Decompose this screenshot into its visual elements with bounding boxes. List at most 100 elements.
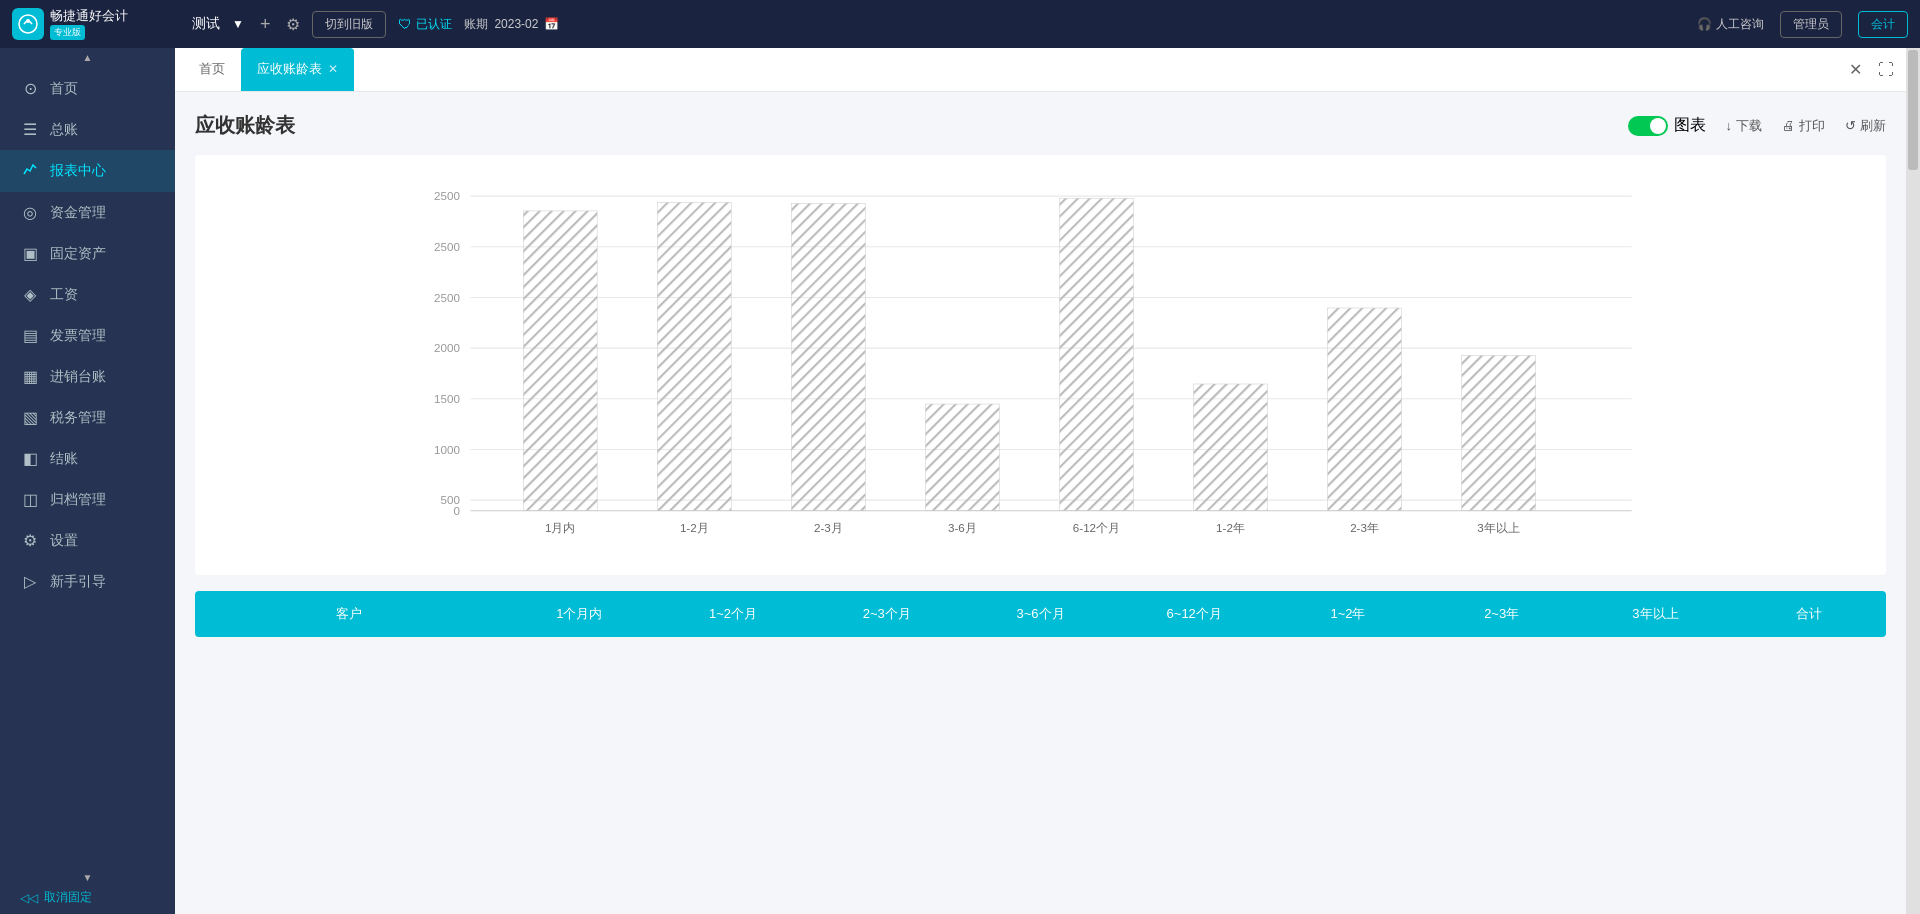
scrollbar-thumb[interactable] bbox=[1908, 50, 1918, 170]
svg-text:3年以上: 3年以上 bbox=[1477, 521, 1519, 534]
download-icon: ↓ bbox=[1726, 118, 1733, 133]
sidebar-item-label: 工资 bbox=[50, 286, 78, 304]
sidebar-item-inventory[interactable]: ▦ 进销台账 bbox=[0, 356, 175, 397]
sidebar-scroll-up[interactable]: ▲ bbox=[0, 48, 175, 66]
col-total: 合计 bbox=[1732, 591, 1886, 637]
sidebar: ▲ ⊙ 首页 ☰ 总账 报表中心 ◎ 资金管理 bbox=[0, 48, 175, 914]
edition-badge: 专业版 bbox=[50, 25, 85, 40]
svg-text:0: 0 bbox=[453, 504, 459, 517]
sidebar-item-label: 发票管理 bbox=[50, 327, 106, 345]
page-content: 应收账龄表 图表 ↓ 下载 🖨 打印 bbox=[175, 92, 1906, 914]
sidebar-item-reports[interactable]: 报表中心 bbox=[0, 150, 175, 192]
sidebar-item-label: 固定资产 bbox=[50, 245, 106, 263]
report-header: 应收账龄表 图表 ↓ 下载 🖨 打印 bbox=[195, 112, 1886, 139]
svg-point-1 bbox=[26, 19, 30, 23]
chart-container: 2500 2500 2500 2000 1500 1000 500 0 bbox=[195, 155, 1886, 575]
col-2-3-month: 2~3个月 bbox=[810, 591, 964, 637]
shield-icon: 🛡 bbox=[398, 16, 412, 32]
sidebar-item-invoice[interactable]: ▤ 发票管理 bbox=[0, 315, 175, 356]
sidebar-item-assets[interactable]: ▣ 固定资产 bbox=[0, 233, 175, 274]
sidebar-item-label: 进销台账 bbox=[50, 368, 106, 386]
sidebar-item-settings[interactable]: ⚙ 设置 bbox=[0, 520, 175, 561]
print-icon: 🖨 bbox=[1782, 118, 1795, 133]
bar-3-plus-year bbox=[1462, 356, 1536, 511]
col-customer: 客户 bbox=[195, 591, 502, 637]
svg-text:2500: 2500 bbox=[434, 240, 460, 253]
svg-text:1500: 1500 bbox=[434, 392, 460, 405]
sidebar-item-label: 税务管理 bbox=[50, 409, 106, 427]
salary-icon: ◈ bbox=[20, 285, 40, 304]
print-label: 打印 bbox=[1799, 117, 1825, 135]
sidebar-item-home[interactable]: ⊙ 首页 bbox=[0, 68, 175, 109]
sidebar-item-label: 结账 bbox=[50, 450, 78, 468]
ledger-icon: ☰ bbox=[20, 120, 40, 139]
bar-1-2-month bbox=[657, 202, 731, 510]
table-container: 客户 1个月内 1~2个月 2~3个月 3~6个月 6~12个月 1~2年 2~… bbox=[195, 591, 1886, 637]
assets-icon: ▣ bbox=[20, 244, 40, 263]
sidebar-item-tax[interactable]: ▧ 税务管理 bbox=[0, 397, 175, 438]
tab-home-label: 首页 bbox=[199, 60, 225, 78]
sidebar-item-ledger[interactable]: ☰ 总账 bbox=[0, 109, 175, 150]
bar-2-3-year bbox=[1328, 308, 1402, 511]
company-dropdown-icon[interactable]: ▼ bbox=[232, 17, 244, 31]
svg-text:2-3月: 2-3月 bbox=[814, 521, 843, 534]
sidebar-item-funds[interactable]: ◎ 资金管理 bbox=[0, 192, 175, 233]
chart-toggle[interactable]: 图表 bbox=[1628, 115, 1706, 136]
bar-3-6-month bbox=[925, 404, 999, 511]
refresh-button[interactable]: ↺ 刷新 bbox=[1845, 117, 1886, 135]
inventory-icon: ▦ bbox=[20, 367, 40, 386]
svg-text:2500: 2500 bbox=[434, 291, 460, 304]
toggle-track[interactable] bbox=[1628, 116, 1668, 136]
calendar-icon[interactable]: 📅 bbox=[544, 17, 559, 31]
col-1-2-year: 1~2年 bbox=[1271, 591, 1425, 637]
refresh-label: 刷新 bbox=[1860, 117, 1886, 135]
admin-button[interactable]: 管理员 bbox=[1780, 11, 1842, 38]
sidebar-item-label: 新手引导 bbox=[50, 573, 106, 591]
download-button[interactable]: ↓ 下载 bbox=[1726, 117, 1763, 135]
tab-close-icon[interactable]: ✕ bbox=[328, 62, 338, 76]
col-6-12-month: 6~12个月 bbox=[1117, 591, 1271, 637]
svg-text:6-12个月: 6-12个月 bbox=[1073, 521, 1120, 534]
print-button[interactable]: 🖨 打印 bbox=[1782, 117, 1825, 135]
accountant-button[interactable]: 会计 bbox=[1858, 11, 1908, 38]
period-value: 2023-02 bbox=[494, 17, 538, 31]
tab-expand-button[interactable]: ⛶ bbox=[1874, 57, 1898, 83]
header-gear-icon[interactable]: ⚙ bbox=[286, 15, 300, 34]
table-header: 客户 1个月内 1~2个月 2~3个月 3~6个月 6~12个月 1~2年 2~… bbox=[195, 591, 1886, 637]
tab-aging[interactable]: 应收账龄表 ✕ bbox=[241, 48, 354, 91]
sidebar-item-close[interactable]: ◧ 结账 bbox=[0, 438, 175, 479]
add-company-icon[interactable]: + bbox=[256, 14, 275, 35]
settings-icon: ⚙ bbox=[20, 531, 40, 550]
sidebar-scroll-down[interactable]: ▼ bbox=[0, 868, 175, 886]
scrollbar-track[interactable] bbox=[1906, 48, 1920, 914]
svg-text:2000: 2000 bbox=[434, 341, 460, 354]
pin-label: 取消固定 bbox=[44, 889, 92, 906]
support-button[interactable]: 🎧 人工咨询 bbox=[1697, 16, 1764, 33]
archive-icon: ◫ bbox=[20, 490, 40, 509]
svg-text:2500: 2500 bbox=[434, 189, 460, 202]
chart-wrapper: 2500 2500 2500 2000 1500 1000 500 0 bbox=[215, 175, 1866, 555]
certified-label: 已认证 bbox=[416, 16, 452, 33]
headset-icon: 🎧 bbox=[1697, 17, 1712, 31]
sidebar-item-guide[interactable]: ▷ 新手引导 bbox=[0, 561, 175, 602]
chart-svg: 2500 2500 2500 2000 1500 1000 500 0 bbox=[215, 175, 1866, 555]
svg-text:1月内: 1月内 bbox=[545, 521, 575, 534]
home-icon: ⊙ bbox=[20, 79, 40, 98]
app-name: 畅捷通好会计 bbox=[50, 8, 128, 24]
refresh-icon: ↺ bbox=[1845, 118, 1856, 133]
support-label: 人工咨询 bbox=[1716, 16, 1764, 33]
toggle-label: 图表 bbox=[1674, 115, 1706, 136]
switch-old-version-button[interactable]: 切到旧版 bbox=[312, 11, 386, 38]
svg-text:1000: 1000 bbox=[434, 443, 460, 456]
header-right: 🎧 人工咨询 管理员 会计 bbox=[1697, 11, 1908, 38]
tab-close-button[interactable]: ✕ bbox=[1845, 56, 1866, 83]
col-2-3-year: 2~3年 bbox=[1425, 591, 1579, 637]
sidebar-item-label: 归档管理 bbox=[50, 491, 106, 509]
tab-bar: 首页 应收账龄表 ✕ ✕ ⛶ bbox=[175, 48, 1906, 92]
funds-icon: ◎ bbox=[20, 203, 40, 222]
sidebar-item-label: 设置 bbox=[50, 532, 78, 550]
sidebar-item-salary[interactable]: ◈ 工资 bbox=[0, 274, 175, 315]
tab-home[interactable]: 首页 bbox=[183, 48, 241, 91]
tab-aging-label: 应收账龄表 bbox=[257, 60, 322, 78]
sidebar-item-archive[interactable]: ◫ 归档管理 bbox=[0, 479, 175, 520]
